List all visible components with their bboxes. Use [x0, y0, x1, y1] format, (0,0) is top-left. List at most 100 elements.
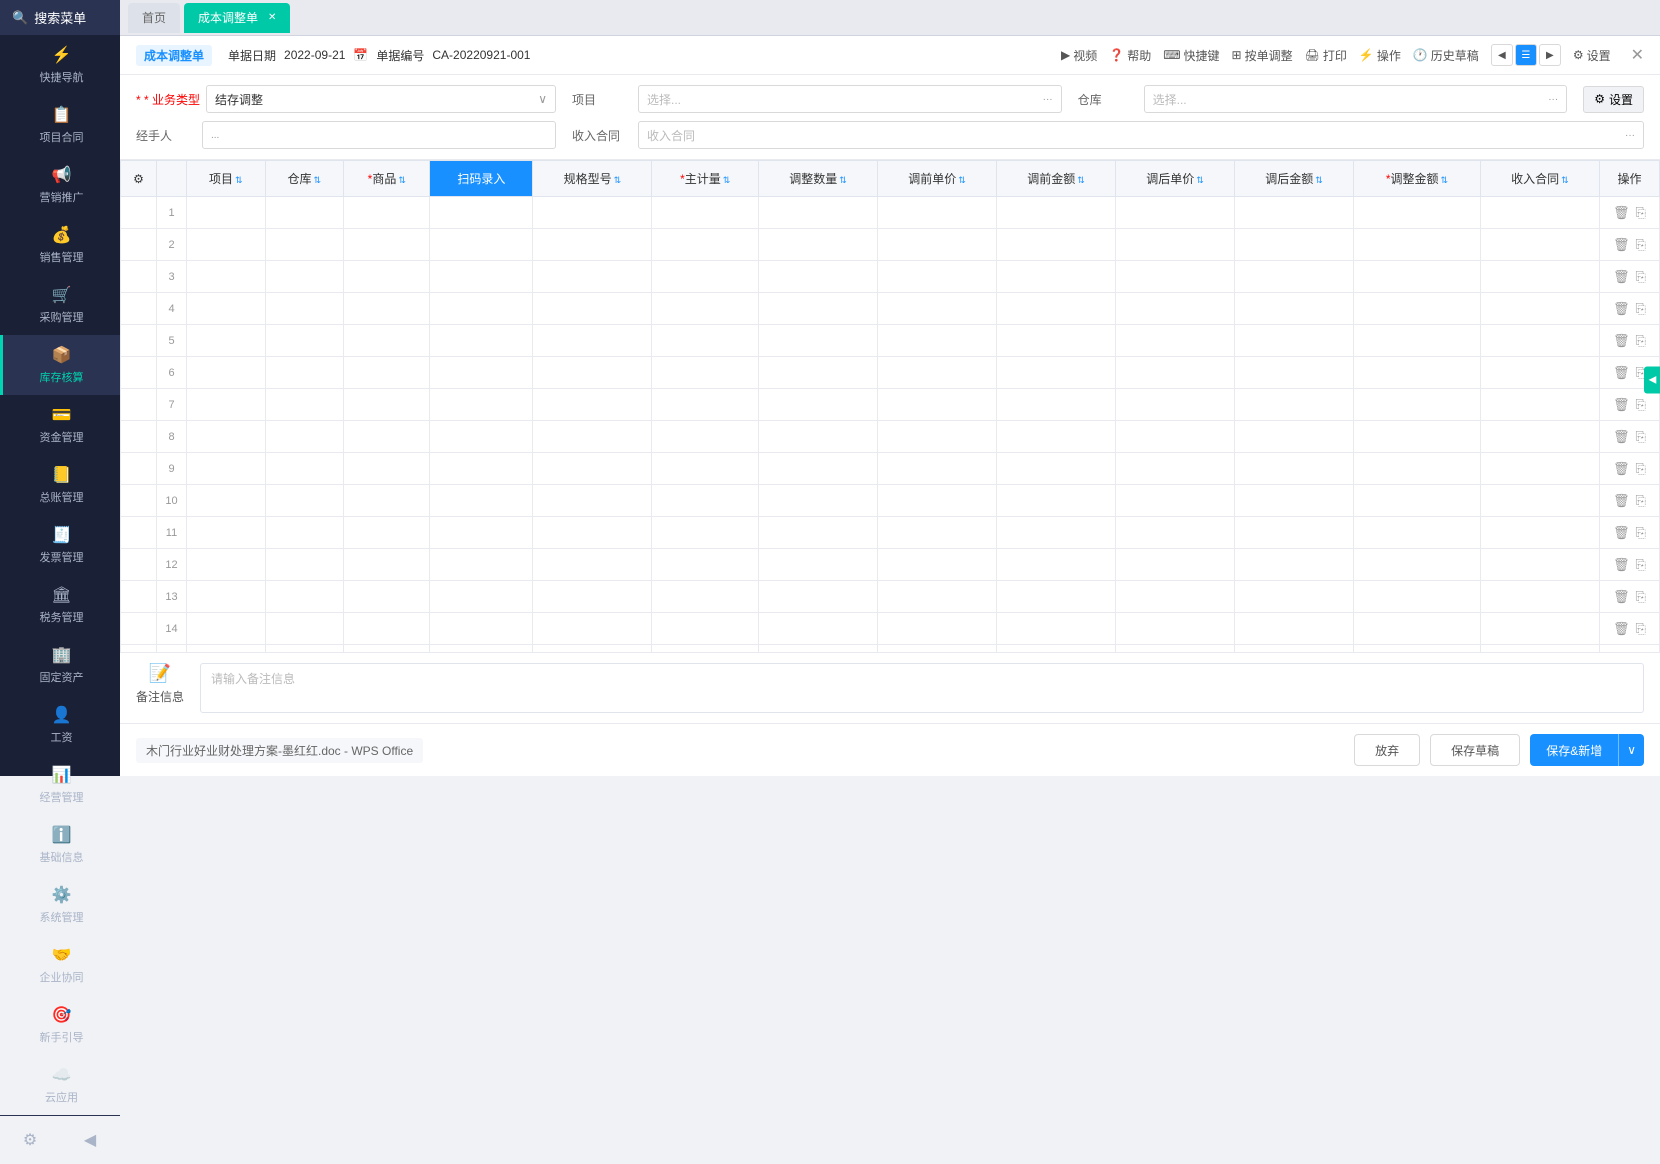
row-spec[interactable]: [533, 517, 652, 549]
sidebar-item-payroll[interactable]: 👤 工资: [0, 695, 120, 755]
sidebar-item-new-guide[interactable]: 🎯 新手引导: [0, 995, 120, 1055]
handler-input[interactable]: ...: [202, 121, 556, 149]
row-unit[interactable]: [652, 357, 759, 389]
row-prev-amount[interactable]: [997, 325, 1116, 357]
row-copy-btn[interactable]: ⎘: [1636, 269, 1646, 285]
save-new-button[interactable]: 保存&新增 ∨: [1530, 734, 1644, 766]
toolbar-shortcut[interactable]: ⌨ 快捷键: [1163, 47, 1219, 64]
row-warehouse[interactable]: [265, 645, 344, 653]
row-checkbox[interactable]: [121, 645, 157, 653]
row-warehouse[interactable]: [265, 453, 344, 485]
row-warehouse[interactable]: [265, 485, 344, 517]
row-post-amount[interactable]: [1235, 485, 1354, 517]
row-prev-amount[interactable]: [997, 357, 1116, 389]
biz-type-input[interactable]: 结存调整 ∨: [206, 85, 556, 113]
row-prev-amount[interactable]: [997, 389, 1116, 421]
save-new-arrow[interactable]: ∨: [1619, 734, 1644, 766]
row-adjust-qty[interactable]: [759, 517, 878, 549]
row-adjust-qty[interactable]: [759, 485, 878, 517]
row-delete-btn[interactable]: 🗑: [1613, 525, 1630, 541]
row-unit[interactable]: [652, 293, 759, 325]
row-adjust-amount[interactable]: [1354, 421, 1481, 453]
row-prev-amount[interactable]: [997, 421, 1116, 453]
row-adjust-amount[interactable]: [1354, 453, 1481, 485]
row-income-contract[interactable]: [1480, 453, 1599, 485]
row-checkbox[interactable]: [121, 613, 157, 645]
row-scan[interactable]: [430, 389, 533, 421]
row-product[interactable]: [344, 517, 430, 549]
row-spec[interactable]: [533, 389, 652, 421]
row-copy-btn[interactable]: ⎘: [1636, 621, 1646, 637]
row-prev-unit-price[interactable]: [878, 453, 997, 485]
row-warehouse[interactable]: [265, 549, 344, 581]
row-copy-btn[interactable]: ⎘: [1636, 205, 1646, 221]
row-checkbox[interactable]: [121, 229, 157, 261]
row-copy-btn[interactable]: ⎘: [1636, 237, 1646, 253]
col-product[interactable]: *商品⇅: [344, 161, 430, 197]
toolbar-view[interactable]: ▶ 视频: [1061, 47, 1097, 64]
row-prev-amount[interactable]: [997, 453, 1116, 485]
row-post-unit-price[interactable]: [1116, 517, 1235, 549]
row-prev-unit-price[interactable]: [878, 613, 997, 645]
row-copy-btn[interactable]: ⎘: [1636, 525, 1646, 541]
row-prev-amount[interactable]: [997, 229, 1116, 261]
row-scan[interactable]: [430, 229, 533, 261]
row-warehouse[interactable]: [265, 293, 344, 325]
tab-close-icon[interactable]: ✕: [268, 12, 276, 23]
toolbar-settings[interactable]: ⚙ 设置: [1573, 47, 1611, 64]
row-delete-btn[interactable]: 🗑: [1613, 333, 1630, 349]
row-delete-btn[interactable]: 🗑: [1613, 237, 1630, 253]
row-warehouse[interactable]: [265, 357, 344, 389]
row-copy-btn[interactable]: ⎘: [1636, 557, 1646, 573]
row-adjust-qty[interactable]: [759, 325, 878, 357]
tab-cost-adjust[interactable]: 成本调整单 ✕: [184, 3, 290, 33]
row-unit[interactable]: [652, 389, 759, 421]
row-checkbox[interactable]: [121, 261, 157, 293]
row-product[interactable]: [344, 293, 430, 325]
row-delete-btn[interactable]: 🗑: [1613, 301, 1630, 317]
row-product[interactable]: [344, 357, 430, 389]
row-income-contract[interactable]: [1480, 517, 1599, 549]
row-checkbox[interactable]: [121, 581, 157, 613]
row-spec[interactable]: [533, 453, 652, 485]
row-prev-amount[interactable]: [997, 293, 1116, 325]
col-warehouse[interactable]: 仓库⇅: [265, 161, 344, 197]
row-warehouse[interactable]: [265, 229, 344, 261]
project-dots-btn[interactable]: ···: [1043, 94, 1053, 105]
row-adjust-qty[interactable]: [759, 229, 878, 261]
row-project[interactable]: [187, 421, 266, 453]
row-unit[interactable]: [652, 645, 759, 653]
row-prev-unit-price[interactable]: [878, 293, 997, 325]
floating-action-btn[interactable]: ◀: [1644, 366, 1660, 393]
sidebar-item-purchase-mgmt[interactable]: 🛒 采购管理: [0, 275, 120, 335]
row-prev-amount[interactable]: [997, 197, 1116, 229]
sidebar-settings-btn[interactable]: ⚙: [0, 1124, 60, 1156]
row-prev-amount[interactable]: [997, 613, 1116, 645]
row-adjust-amount[interactable]: [1354, 645, 1481, 653]
sidebar-collapse-btn[interactable]: ◀: [60, 1124, 120, 1156]
sidebar-item-ops-mgmt[interactable]: 📊 经营管理: [0, 755, 120, 815]
row-prev-amount[interactable]: [997, 485, 1116, 517]
row-warehouse[interactable]: [265, 517, 344, 549]
row-income-contract[interactable]: [1480, 325, 1599, 357]
sidebar-item-inventory[interactable]: 📦 库存核算: [0, 335, 120, 395]
row-adjust-qty[interactable]: [759, 549, 878, 581]
row-copy-btn[interactable]: ⎘: [1636, 429, 1646, 445]
row-adjust-qty[interactable]: [759, 389, 878, 421]
row-scan[interactable]: [430, 421, 533, 453]
row-adjust-amount[interactable]: [1354, 613, 1481, 645]
income-contract-dots-btn[interactable]: ···: [1625, 130, 1635, 141]
row-scan[interactable]: [430, 293, 533, 325]
row-unit[interactable]: [652, 229, 759, 261]
row-post-unit-price[interactable]: [1116, 613, 1235, 645]
row-delete-btn[interactable]: 🗑: [1613, 429, 1630, 445]
row-spec[interactable]: [533, 485, 652, 517]
row-adjust-amount[interactable]: [1354, 325, 1481, 357]
row-spec[interactable]: [533, 581, 652, 613]
warehouse-input[interactable]: 选择... ···: [1144, 85, 1568, 113]
row-copy-btn[interactable]: ⎘: [1636, 589, 1646, 605]
toolbar-prev-btn[interactable]: ◀: [1491, 44, 1513, 66]
row-project[interactable]: [187, 517, 266, 549]
row-income-contract[interactable]: [1480, 613, 1599, 645]
col-post-amount[interactable]: 调后金额⇅: [1235, 161, 1354, 197]
